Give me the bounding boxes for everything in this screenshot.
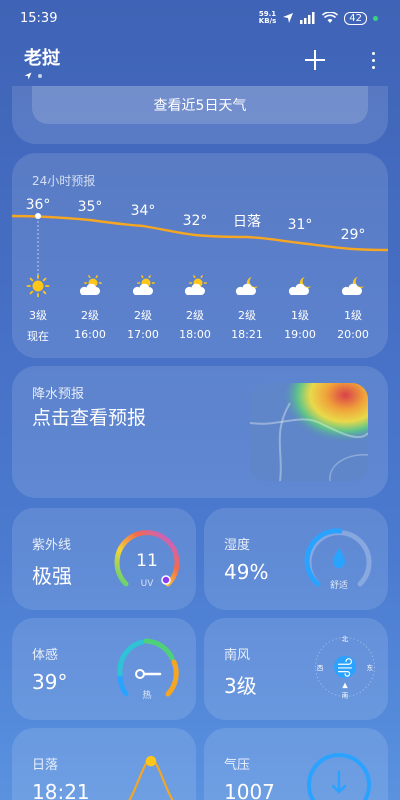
header: 老挝 xyxy=(24,44,384,84)
page-dot xyxy=(38,74,42,78)
pressure-value: 1007 xyxy=(224,780,275,800)
hour-temp: 35° xyxy=(77,199,103,215)
hour-temp: 日落 xyxy=(233,214,261,230)
humidity-caption: 舒适 xyxy=(330,579,348,591)
compass-west: 西 xyxy=(317,664,324,672)
wind-value: 3级 xyxy=(224,674,257,698)
battery-indicator: 42 xyxy=(344,11,367,25)
uv-gauge: 11 UV xyxy=(114,530,180,589)
hour-wind-level: 1级 xyxy=(344,309,362,322)
precipitation-card[interactable]: 降水预报 点击查看预报 xyxy=(12,366,388,498)
precip-action-text[interactable]: 点击查看预报 xyxy=(32,403,146,430)
wifi-icon xyxy=(322,12,339,23)
network-speed: 59.1 KB/s xyxy=(258,10,277,25)
pressure-label: 气压 xyxy=(224,758,251,773)
location-icon xyxy=(24,72,32,80)
status-time: 15:39 xyxy=(20,10,58,26)
hour-time: 17:00 xyxy=(127,328,159,341)
feels-gauge: 热 xyxy=(117,638,179,701)
city-name[interactable]: 老挝 xyxy=(24,44,384,70)
hour-time: 19:00 xyxy=(284,328,316,341)
hour-wind-level: 2级 xyxy=(81,309,99,322)
wind-tile[interactable]: 南风 3级 北 南 西 东 xyxy=(204,618,388,720)
hour-temp: 29° xyxy=(340,227,366,243)
pressure-gauge xyxy=(307,753,371,800)
more-button[interactable] xyxy=(370,52,376,69)
uv-label: 紫外线 xyxy=(32,538,72,553)
sunset-value: 18:21 xyxy=(32,780,90,800)
uv-gauge-value: 11 xyxy=(136,551,158,571)
uv-gauge-unit: UV xyxy=(141,579,155,589)
uv-value: 极强 xyxy=(32,564,72,588)
compass-north: 北 xyxy=(342,635,349,643)
five-day-forecast-button[interactable]: 查看近5日天气 xyxy=(32,86,368,124)
feels-caption: 热 xyxy=(142,689,151,701)
wind-compass: 北 南 西 东 xyxy=(315,635,375,699)
status-icons: 59.1 KB/s 42 xyxy=(259,11,378,25)
precip-map-thumbnail[interactable] xyxy=(250,383,368,481)
location-indicator xyxy=(24,72,384,80)
humidity-value: 49% xyxy=(224,560,269,584)
sun-arc-gauge xyxy=(128,755,174,800)
plus-icon xyxy=(305,50,325,70)
sunset-label: 日落 xyxy=(32,758,59,773)
now-point xyxy=(35,213,41,219)
cloudy-night-icon xyxy=(286,275,314,297)
cloudy-night-icon xyxy=(339,275,367,297)
hour-wind-level: 2级 xyxy=(238,309,256,322)
hour-wind-level: 2级 xyxy=(186,309,204,322)
wind-label: 南风 xyxy=(224,648,251,663)
hour-wind-level: 1级 xyxy=(291,309,309,322)
compass-south: 南 xyxy=(342,690,349,699)
precip-label: 降水预报 xyxy=(32,387,85,402)
hour-time: 18:00 xyxy=(179,328,211,341)
hour-temp: 31° xyxy=(287,217,313,233)
signal-icon xyxy=(300,12,315,24)
hourly-forecast-card: 24小时预报 36° 3级 现在 35° 2级 16:00 34° 2级 17:00 32° 2级 1… xyxy=(12,153,388,358)
hour-temp: 32° xyxy=(182,213,208,229)
hour-temp: 36° xyxy=(25,197,51,213)
more-vertical-icon xyxy=(371,52,375,55)
partly-cloudy-icon xyxy=(181,275,209,297)
humidity-label: 湿度 xyxy=(224,538,251,553)
hour-time: 16:00 xyxy=(74,328,106,341)
hour-time: 现在 xyxy=(27,330,49,343)
privacy-dot xyxy=(373,15,378,21)
water-drop-icon xyxy=(333,548,345,568)
compass-east: 东 xyxy=(367,663,374,672)
feels-like-tile[interactable]: 体感 39° 热 xyxy=(12,618,196,720)
humidity-gauge: 舒适 xyxy=(304,528,372,591)
sunny-icon xyxy=(24,274,52,298)
hour-wind-level: 3级 xyxy=(29,309,47,322)
humidity-tile[interactable]: 湿度 49% 舒适 xyxy=(204,508,388,610)
sunset-tile[interactable]: 日落 18:21 xyxy=(12,728,196,800)
cloudy-night-icon xyxy=(233,275,261,297)
hour-wind-level: 2级 xyxy=(134,309,152,322)
feels-value: 39° xyxy=(32,670,68,694)
arrow-down-icon xyxy=(331,770,347,794)
partly-cloudy-icon xyxy=(129,275,157,297)
uv-index-tile[interactable]: 紫外线 极强 11 UV xyxy=(12,508,196,610)
forecast-card: 查看近5日天气 xyxy=(12,86,388,144)
feels-label: 体感 xyxy=(32,648,59,663)
status-bar: 15:39 59.1 KB/s 42 xyxy=(0,0,400,36)
hour-temp: 34° xyxy=(130,203,156,219)
location-arrow-icon xyxy=(283,13,294,23)
add-city-button[interactable] xyxy=(304,48,326,76)
partly-cloudy-icon xyxy=(76,275,104,297)
precip-map-image xyxy=(250,383,368,481)
hour-time: 18:21 xyxy=(231,328,263,341)
pressure-tile[interactable]: 气压 1007 xyxy=(204,728,388,800)
hour-time: 20:00 xyxy=(337,328,369,341)
